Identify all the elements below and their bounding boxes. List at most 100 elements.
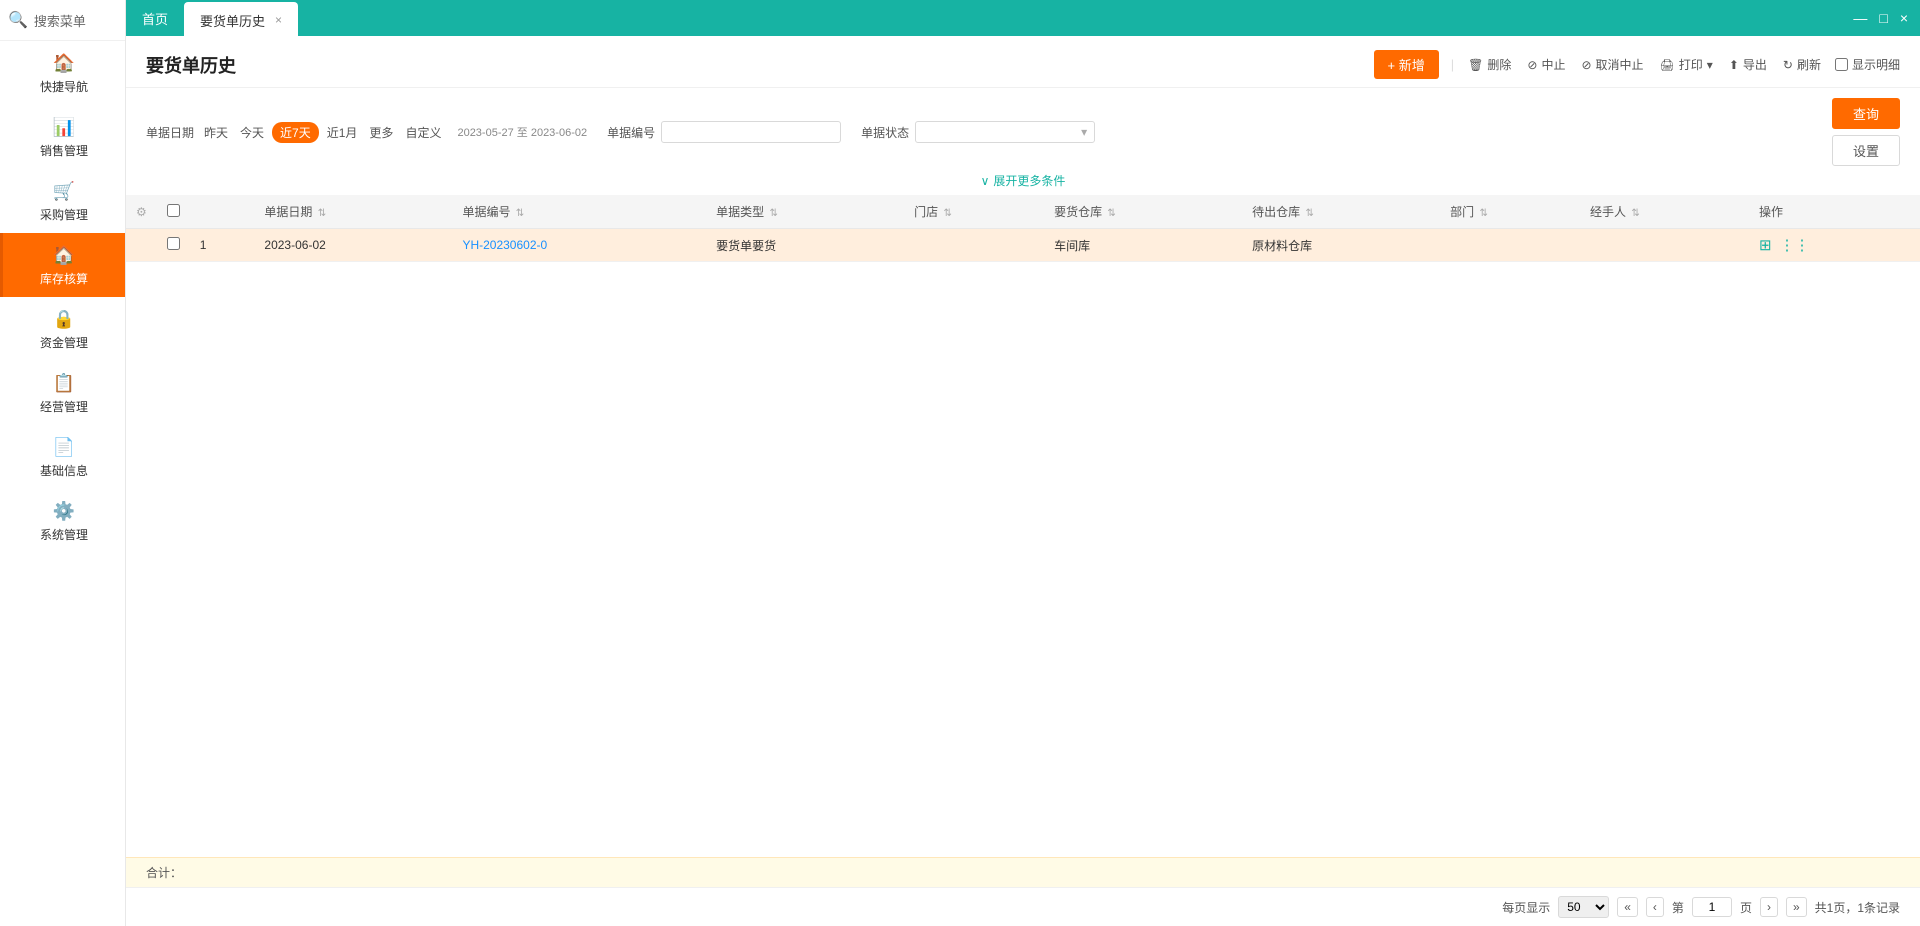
date-btn-today[interactable]: 今天 — [236, 122, 268, 143]
next-page-btn[interactable]: › — [1760, 897, 1778, 917]
table-col-dept[interactable]: 部门 ⇅ — [1440, 195, 1580, 229]
sort-doc-date-icon: ⇅ — [318, 208, 326, 219]
status-filter-group: 单据状态 ▾ — [861, 121, 1095, 143]
export-button[interactable]: ⬆ 导出 — [1727, 52, 1769, 77]
date-filter-group: 单据日期 昨天 今天 近7天 近1月 更多 自定义 2023-05-27 至 2… — [146, 122, 587, 143]
date-btn-7days[interactable]: 近7天 — [272, 122, 319, 143]
last-page-btn[interactable]: » — [1786, 897, 1807, 917]
table-col-no — [190, 195, 255, 229]
first-page-btn[interactable]: « — [1617, 897, 1638, 917]
sidebar: 🔍 搜索菜单 🏠 快捷导航 📊 销售管理 🛒 采购管理 🏠 库存核算 🔒 资金管… — [0, 0, 126, 926]
print-button[interactable]: 🖨 打印 ▾ — [1658, 52, 1715, 77]
filter-settings-button[interactable]: 设置 — [1832, 135, 1900, 166]
row-op-more-icon[interactable]: ⋮⋮ — [1780, 236, 1810, 254]
filter-bar: 单据日期 昨天 今天 近7天 近1月 更多 自定义 2023-05-27 至 2… — [126, 88, 1920, 166]
status-label: 单据状态 — [861, 124, 909, 141]
refresh-label: 刷新 — [1797, 56, 1821, 73]
sidebar-item-label: 系统管理 — [40, 526, 88, 543]
page-size-label: 每页显示 — [1502, 899, 1550, 916]
date-btn-yesterday[interactable]: 昨天 — [200, 122, 232, 143]
refresh-icon: ↻ — [1783, 58, 1793, 72]
table-col-doc-date[interactable]: 单据日期 ⇅ — [254, 195, 452, 229]
export-label: 导出 — [1743, 56, 1767, 73]
new-button[interactable]: + 新增 — [1374, 50, 1439, 79]
query-button[interactable]: 查询 — [1832, 98, 1900, 129]
stop-button[interactable]: ⊘ 中止 — [1525, 52, 1567, 77]
table-body: 1 2023-06-02 YH-20230602-0 要货单要货 车间库 原材料… — [126, 229, 1920, 262]
sidebar-item-purchase[interactable]: 🛒 采购管理 — [0, 169, 125, 233]
restore-button[interactable]: □ — [1879, 10, 1887, 26]
table-header: ⚙ 单据日期 ⇅ 单据编号 ⇅ — [126, 195, 1920, 229]
col-req-warehouse-label: 要货仓库 — [1054, 205, 1102, 219]
col-doc-no-label: 单据编号 — [462, 205, 510, 219]
col-dept-label: 部门 — [1450, 205, 1474, 219]
row-store — [904, 229, 1044, 262]
total-info: 共1页，1条记录 — [1815, 899, 1900, 916]
row-op-view-icon[interactable]: ⊞ — [1759, 236, 1772, 254]
refresh-button[interactable]: ↻ 刷新 — [1781, 52, 1823, 77]
table-wrapper: ⚙ 单据日期 ⇅ 单据编号 ⇅ — [126, 195, 1920, 857]
tab-home-label: 首页 — [142, 9, 168, 28]
page-number-input[interactable] — [1692, 897, 1732, 917]
select-all-checkbox[interactable] — [167, 204, 180, 217]
close-button[interactable]: × — [1900, 10, 1908, 26]
table-col-store[interactable]: 门店 ⇅ — [904, 195, 1044, 229]
tab-home[interactable]: 首页 — [126, 0, 184, 36]
doc-icon: 📄 — [53, 437, 75, 458]
sidebar-item-label: 基础信息 — [40, 462, 88, 479]
date-btn-more[interactable]: 更多 — [365, 122, 397, 143]
delete-button[interactable]: 🗑 删除 — [1466, 52, 1513, 77]
sidebar-item-finance[interactable]: 🔒 资金管理 — [0, 297, 125, 361]
sidebar-item-label: 经营管理 — [40, 398, 88, 415]
date-filter-buttons: 昨天 今天 近7天 近1月 更多 自定义 — [200, 122, 445, 143]
cancel-stop-button[interactable]: ⊘ 取消中止 — [1579, 52, 1645, 77]
row-dept — [1440, 229, 1580, 262]
minimize-button[interactable]: — — [1853, 10, 1867, 26]
display-cells-toggle[interactable]: 显示明细 — [1835, 56, 1900, 73]
row-checkbox-cell[interactable] — [157, 229, 190, 262]
sidebar-search[interactable]: 🔍 搜索菜单 — [0, 0, 125, 41]
page-label: 第 — [1672, 899, 1684, 916]
display-cells-checkbox[interactable] — [1835, 58, 1848, 71]
tab-close-icon[interactable]: × — [275, 13, 282, 27]
sort-handler-icon: ⇅ — [1631, 208, 1639, 219]
table-col-pending-warehouse[interactable]: 待出仓库 ⇅ — [1242, 195, 1440, 229]
sidebar-item-inventory[interactable]: 🏠 库存核算 — [0, 233, 125, 297]
sidebar-item-operation[interactable]: 📋 经营管理 — [0, 361, 125, 425]
expand-more-btn[interactable]: ∨ 展开更多条件 — [126, 166, 1920, 195]
prev-page-btn[interactable]: ‹ — [1646, 897, 1664, 917]
sort-dept-icon: ⇅ — [1479, 208, 1487, 219]
page-title: 要货单历史 — [146, 52, 236, 78]
doc-no-input[interactable] — [661, 121, 841, 143]
page-size-select[interactable]: 20 50 100 — [1558, 896, 1609, 918]
delete-icon: 🗑 — [1468, 58, 1483, 72]
status-select[interactable] — [915, 121, 1095, 143]
print-icon: 🖨 — [1660, 58, 1675, 72]
table-col-doc-type[interactable]: 单据类型 ⇅ — [706, 195, 904, 229]
date-btn-custom[interactable]: 自定义 — [401, 122, 445, 143]
cancel-stop-label: 取消中止 — [1596, 56, 1644, 73]
tab-requisition-history[interactable]: 要货单历史 × — [184, 2, 298, 38]
sidebar-item-label: 销售管理 — [40, 142, 88, 159]
table-col-req-warehouse[interactable]: 要货仓库 ⇅ — [1044, 195, 1242, 229]
table-col-doc-no[interactable]: 单据编号 ⇅ — [452, 195, 706, 229]
delete-label: 删除 — [1487, 56, 1511, 73]
sidebar-item-label: 快捷导航 — [40, 78, 88, 95]
sidebar-item-sales[interactable]: 📊 销售管理 — [0, 105, 125, 169]
table-col-handler[interactable]: 经手人 ⇅ — [1580, 195, 1749, 229]
filter-actions: 查询 设置 — [1832, 98, 1900, 166]
sidebar-item-basic[interactable]: 📄 基础信息 — [0, 425, 125, 489]
operation-icon: 📋 — [53, 373, 75, 394]
col-doc-type-label: 单据类型 — [716, 205, 764, 219]
stop-icon: ⊘ — [1527, 58, 1537, 72]
date-btn-1month[interactable]: 近1月 — [323, 122, 362, 143]
row-doc-no-link[interactable]: YH-20230602-0 — [462, 238, 547, 252]
col-op-label: 操作 — [1759, 205, 1783, 219]
topbar-controls: — □ × — [1853, 10, 1920, 26]
table-col-settings[interactable]: ⚙ — [126, 195, 157, 229]
stop-label: 中止 — [1541, 56, 1565, 73]
doc-no-filter-group: 单据编号 — [607, 121, 841, 143]
sidebar-item-quick-nav[interactable]: 🏠 快捷导航 — [0, 41, 125, 105]
sidebar-item-system[interactable]: ⚙️ 系统管理 — [0, 489, 125, 553]
row-checkbox[interactable] — [167, 237, 180, 250]
